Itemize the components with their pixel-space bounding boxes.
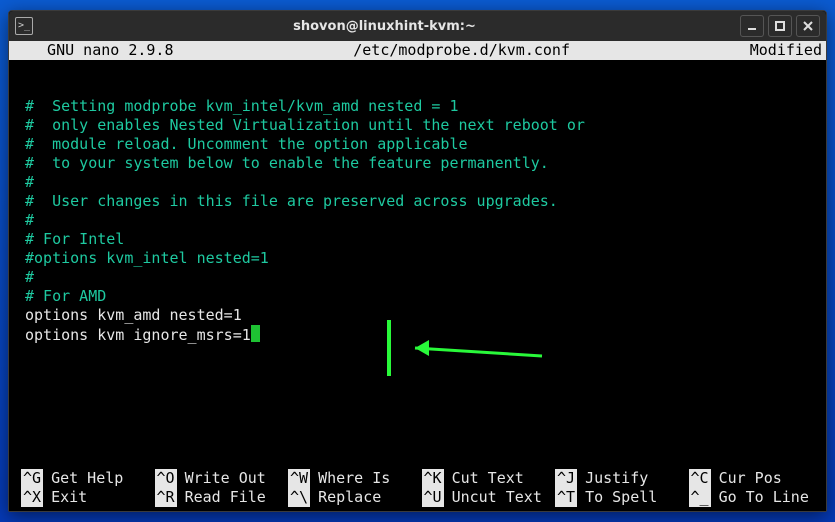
shortcut-get-help[interactable]: ^GGet Help: [21, 469, 155, 488]
shortcut-go-to-line[interactable]: ^_Go To Line: [689, 488, 823, 507]
file-line: options kvm_amd nested=1: [25, 306, 242, 324]
window-title: shovon@linuxhint-kvm:~: [33, 19, 736, 34]
close-button[interactable]: [796, 15, 820, 37]
file-line: #: [25, 173, 34, 191]
shortcut-where-is[interactable]: ^WWhere Is: [288, 469, 422, 488]
shortcut-read-file[interactable]: ^RRead File: [155, 488, 289, 507]
file-line: # For AMD: [25, 287, 106, 305]
file-line: # For Intel: [25, 230, 124, 248]
file-line: # only enables Nested Virtualization unt…: [25, 116, 585, 134]
nano-status-bar: GNU nano 2.9.8 /etc/modprobe.d/kvm.conf …: [9, 41, 826, 60]
shortcut-write-out[interactable]: ^OWrite Out: [155, 469, 289, 488]
shortcut-exit[interactable]: ^XExit: [21, 488, 155, 507]
file-line: # Setting modprobe kvm_intel/kvm_amd nes…: [25, 97, 458, 115]
shortcut-cur-pos[interactable]: ^CCur Pos: [689, 469, 823, 488]
file-line: #options kvm_intel nested=1: [25, 249, 269, 267]
shortcut-replace[interactable]: ^\Replace: [288, 488, 422, 507]
desktop: >_ shovon@linuxhint-kvm:~ GNU nano 2.9.8…: [0, 0, 835, 522]
shortcut-to-spell[interactable]: ^TTo Spell: [555, 488, 689, 507]
shortcut-cut-text[interactable]: ^KCut Text: [422, 469, 556, 488]
file-line: # module reload. Uncomment the option ap…: [25, 135, 468, 153]
minimize-icon: [746, 20, 758, 32]
terminal-body[interactable]: GNU nano 2.9.8 /etc/modprobe.d/kvm.conf …: [9, 41, 826, 511]
shortcut-row-1: ^GGet Help ^OWrite Out ^WWhere Is ^KCut …: [21, 469, 822, 488]
maximize-icon: [774, 20, 786, 32]
terminal-window: >_ shovon@linuxhint-kvm:~ GNU nano 2.9.8…: [8, 10, 827, 512]
minimize-button[interactable]: [740, 15, 764, 37]
terminal-icon: >_: [15, 17, 33, 35]
titlebar: >_ shovon@linuxhint-kvm:~: [9, 11, 826, 41]
nano-file-name: /etc/modprobe.d/kvm.conf: [353, 41, 570, 60]
file-line: #: [25, 211, 34, 229]
annotation-arrow: [297, 299, 457, 359]
shortcut-justify[interactable]: ^JJustify: [555, 469, 689, 488]
shortcut-row-2: ^XExit ^RRead File ^\Replace ^UUncut Tex…: [21, 488, 822, 507]
file-line: # to your system below to enable the fea…: [25, 154, 549, 172]
nano-app-name: GNU nano 2.9.8: [29, 41, 174, 60]
cursor: [251, 325, 260, 342]
editor-content[interactable]: # Setting modprobe kvm_intel/kvm_amd nes…: [9, 60, 826, 467]
file-line: options kvm ignore_msrs=1: [25, 326, 251, 344]
nano-modified-flag: Modified: [750, 41, 822, 60]
close-icon: [802, 20, 814, 32]
file-line: #: [25, 268, 34, 286]
maximize-button[interactable]: [768, 15, 792, 37]
shortcut-uncut-text[interactable]: ^UUncut Text: [422, 488, 556, 507]
nano-shortcut-bar: ^GGet Help ^OWrite Out ^WWhere Is ^KCut …: [9, 467, 826, 511]
file-line: # User changes in this file are preserve…: [25, 192, 558, 210]
